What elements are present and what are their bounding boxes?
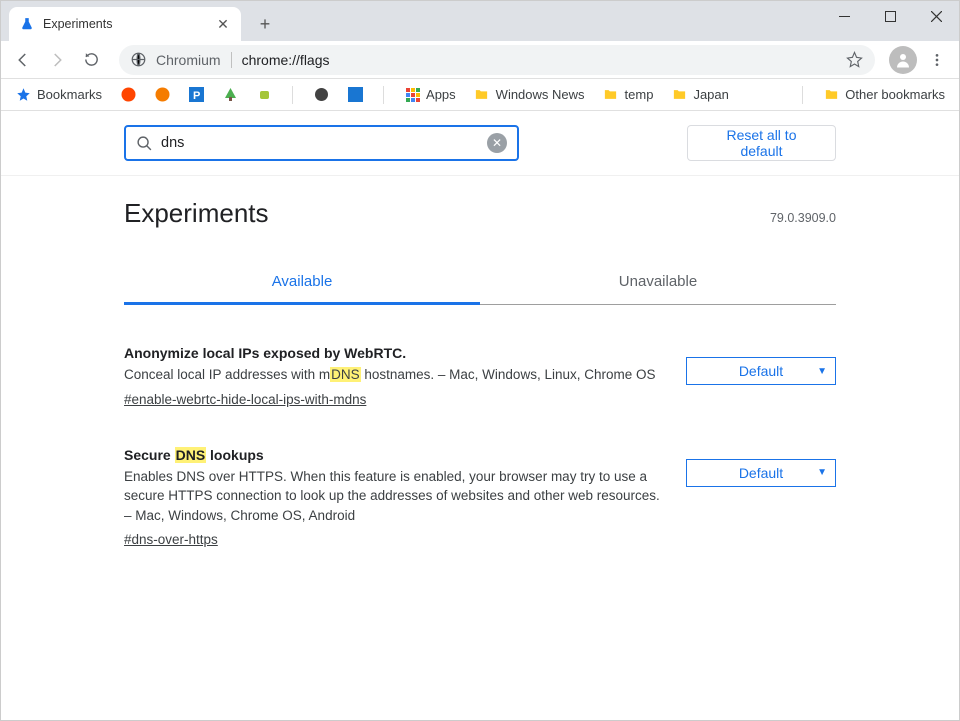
reddit-icon [120,87,136,103]
flag-description: Enables DNS over HTTPS. When this featur… [124,467,666,526]
folder-icon [474,87,490,103]
version-label: 79.0.3909.0 [770,211,836,225]
flag-description: Conceal local IP addresses with mDNS hos… [124,365,666,385]
flag-title: Secure DNS lookups [124,447,666,463]
bookmark-bookmarks[interactable]: Bookmarks [15,87,102,103]
profile-avatar[interactable] [889,46,917,74]
bookmark-item[interactable] [347,87,363,103]
globe-icon [313,87,329,103]
page-content: ✕ Reset all to default Experiments 79.0.… [1,111,959,720]
browser-toolbar: Chromium chrome://flags [1,41,959,79]
window-titlebar: Experiments ✕ + [1,1,959,41]
tree-icon [222,87,238,103]
tab-available[interactable]: Available [124,261,480,305]
folder-icon [603,87,619,103]
bookmark-folder-other[interactable]: Other bookmarks [823,87,945,103]
tab-unavailable[interactable]: Unavailable [480,261,836,304]
flag-select[interactable]: Default [686,357,836,385]
bookmark-item[interactable] [222,87,238,103]
bookmark-folder-windows-news[interactable]: Windows News [474,87,585,103]
address-bar[interactable]: Chromium chrome://flags [119,45,875,75]
flask-icon [19,16,35,32]
back-button[interactable] [9,46,37,74]
flag-item: Secure DNS lookups Enables DNS over HTTP… [124,447,836,550]
forward-button[interactable] [43,46,71,74]
kebab-menu-icon[interactable] [923,46,951,74]
search-flags-input[interactable] [161,135,479,151]
bookmark-folder-temp[interactable]: temp [603,87,654,103]
flag-hash-link[interactable]: #dns-over-https [124,532,218,547]
new-tab-button[interactable]: + [251,10,279,38]
flag-tabs: Available Unavailable [124,261,836,305]
search-flags-input-wrap: ✕ [124,125,519,161]
bookmark-item[interactable] [313,87,329,103]
bookmarks-bar: Bookmarks P Apps Windows News temp Japan… [1,79,959,111]
clear-search-icon[interactable]: ✕ [487,133,507,153]
window-maximize-button[interactable] [867,1,913,31]
swirl-icon [154,87,170,103]
search-icon [136,135,153,152]
page-title: Experiments [124,198,269,229]
pm-icon [347,87,363,103]
folder-icon [823,87,839,103]
p-icon: P [188,87,204,103]
bookmark-item[interactable]: P [188,87,204,103]
tab-title: Experiments [43,17,207,31]
flag-hash-link[interactable]: #enable-webrtc-hide-local-ips-with-mdns [124,392,366,407]
folder-icon [671,87,687,103]
apps-grid-icon [404,87,420,103]
android-icon [256,87,272,103]
reset-all-button[interactable]: Reset all to default [687,125,836,161]
url-path: chrome://flags [242,52,330,68]
flag-select[interactable]: Default [686,459,836,487]
star-icon[interactable] [846,51,863,68]
bookmark-folder-japan[interactable]: Japan [671,87,728,103]
star-icon [15,87,31,103]
close-tab-icon[interactable]: ✕ [215,16,231,32]
flag-item: Anonymize local IPs exposed by WebRTC. C… [124,345,836,409]
svg-text:P: P [193,90,200,102]
bookmark-item[interactable] [120,87,136,103]
bookmark-item[interactable] [154,87,170,103]
reload-button[interactable] [77,46,105,74]
window-close-button[interactable] [913,1,959,31]
site-info-icon[interactable] [131,52,146,67]
browser-tab[interactable]: Experiments ✕ [9,7,241,41]
bookmark-apps[interactable]: Apps [404,87,456,103]
url-origin: Chromium [156,52,221,68]
flag-title: Anonymize local IPs exposed by WebRTC. [124,345,666,361]
window-minimize-button[interactable] [821,1,867,31]
bookmark-item[interactable] [256,87,272,103]
